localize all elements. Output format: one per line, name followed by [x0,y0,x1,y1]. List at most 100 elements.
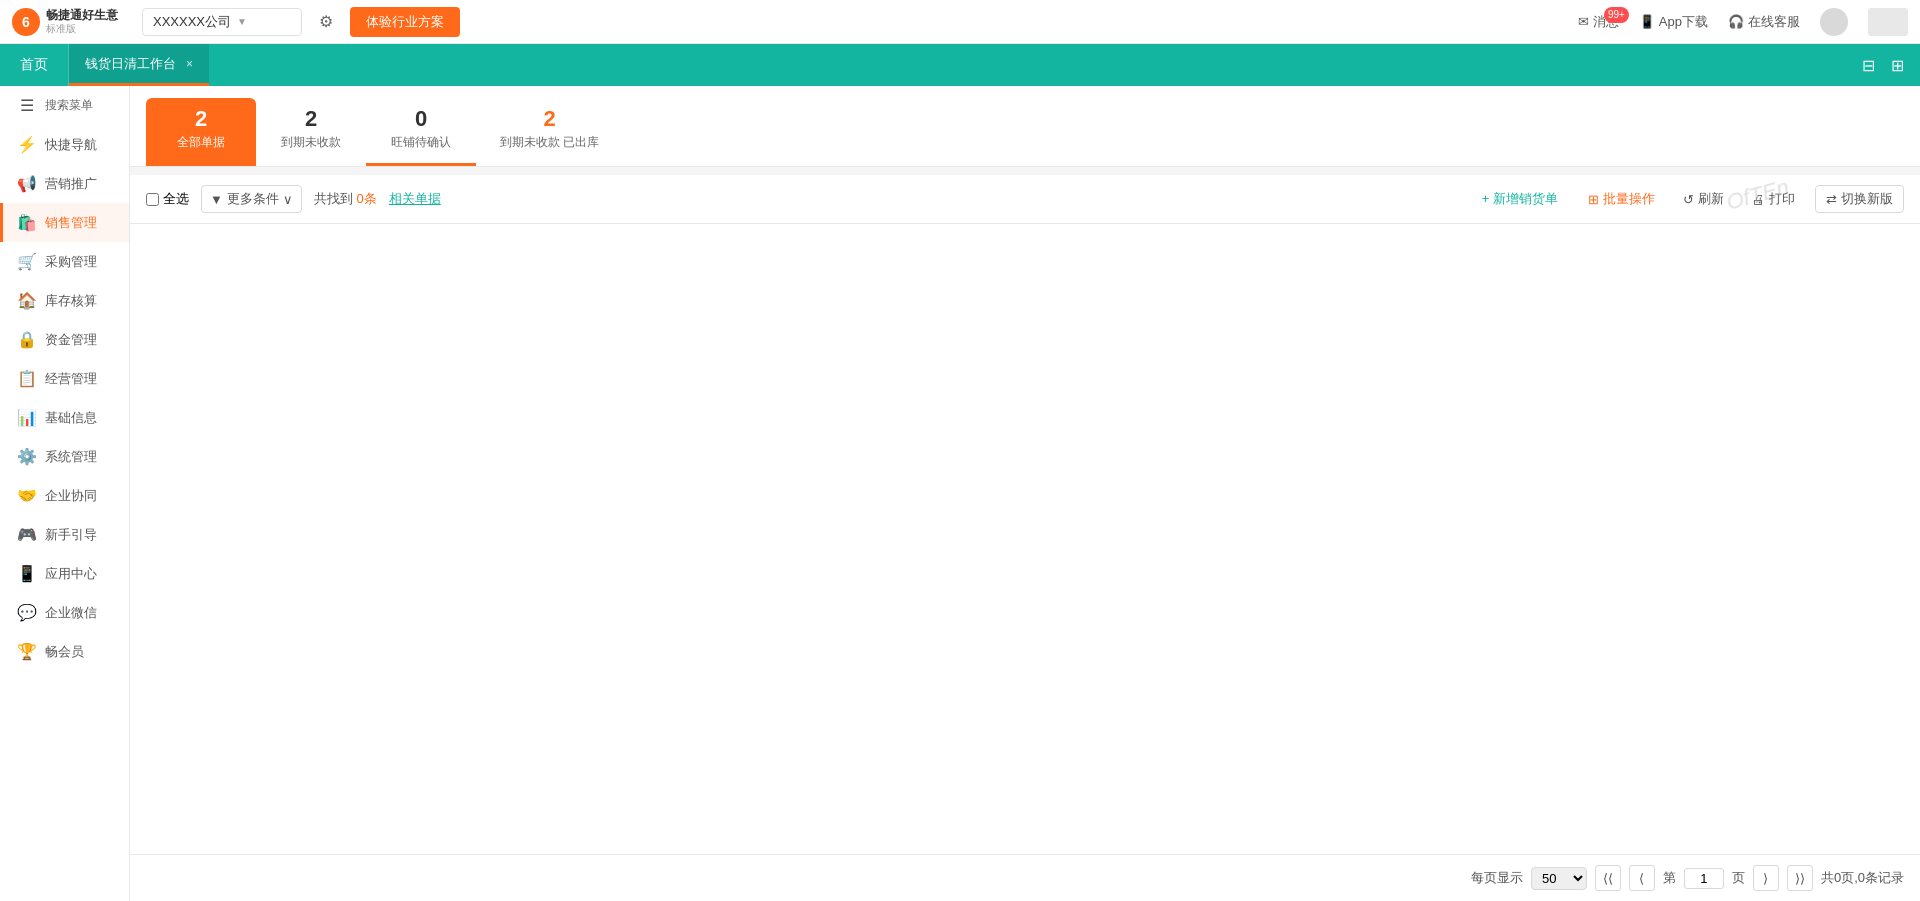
switch-icon: ⇄ [1826,192,1837,207]
per-page-select[interactable]: 50 20 100 [1531,867,1587,890]
inventory-icon: 🏠 [17,291,37,310]
tab-home[interactable]: 首页 [0,44,69,86]
sidebar-item-inventory[interactable]: 🏠 库存核算 [0,281,129,320]
sidebar: ☰ 搜索菜单 ⚡ 快捷导航 📢 营销推广 🛍️ 销售管理 🛒 采购管理 🏠 库存… [0,86,130,901]
stat-num-overdue-shipped: 2 [544,106,556,132]
page-number-input[interactable] [1684,868,1724,889]
sidebar-item-app-center[interactable]: 📱 应用中心 [0,554,129,593]
stats-tabs: 2 全部单据 2 到期未收款 0 旺铺待确认 2 到期未收款 已出库 [130,86,1920,167]
stat-tab-wangpu[interactable]: 0 旺铺待确认 [366,98,476,166]
tab-close-icon[interactable]: × [186,57,193,71]
sidebar-item-purchase[interactable]: 🛒 采购管理 [0,242,129,281]
system-icon: ⚙️ [17,447,37,466]
sidebar-item-system[interactable]: ⚙️ 系统管理 [0,437,129,476]
messages-icon: ✉ [1578,14,1589,29]
stat-tab-all[interactable]: 2 全部单据 [146,98,256,166]
sidebar-item-marketing[interactable]: 📢 营销推广 [0,164,129,203]
top-header: 6 畅捷通好生意 标准版 XXXXXX公司 ▼ ⚙ 体验行业方案 ✉ 消息 99… [0,0,1920,44]
select-all-area[interactable]: 全选 [146,190,189,208]
sidebar-label-basic-info: 基础信息 [45,409,97,427]
filter-btn[interactable]: ▼ 更多条件 ∨ [201,185,302,213]
sidebar-item-wechat[interactable]: 💬 企业微信 [0,593,129,632]
found-count: 0条 [357,191,377,206]
batch-icon: ⊞ [1588,192,1599,207]
filter-icon: ▼ [210,192,223,207]
messages-item[interactable]: ✉ 消息 99+ [1578,13,1619,31]
tab-bar: 首页 钱货日清工作台 × ⊟ ⊞ [0,44,1920,86]
stat-num-overdue: 2 [305,106,317,132]
sidebar-item-cooperation[interactable]: 🤝 企业协同 [0,476,129,515]
sidebar-label-purchase: 采购管理 [45,253,97,271]
stat-label-wangpu: 旺铺待确认 [391,134,451,151]
tab-bar-actions: ⊟ ⊞ [1858,44,1920,86]
sidebar-label-marketing: 营销推广 [45,175,97,193]
sidebar-item-sales[interactable]: 🛍️ 销售管理 [0,203,129,242]
tab-minimize-icon[interactable]: ⊟ [1858,52,1879,79]
page-first-btn[interactable]: ⟨⟨ [1595,865,1621,891]
page-next-btn[interactable]: ⟩ [1753,865,1779,891]
marketing-icon: 📢 [17,174,37,193]
sidebar-label-cooperation: 企业协同 [45,487,97,505]
stat-tab-overdue[interactable]: 2 到期未收款 [256,98,366,166]
operation-icon: 📋 [17,369,37,388]
refresh-label: 刷新 [1698,190,1724,208]
member-icon: 🏆 [17,642,37,661]
app-download-item[interactable]: 📱 App下载 [1639,13,1708,31]
sales-icon: 🛍️ [17,213,37,232]
sidebar-item-member[interactable]: 🏆 畅会员 [0,632,129,671]
stat-num-wangpu: 0 [415,106,427,132]
online-service-icon: 🎧 [1728,14,1744,29]
page-prev-btn[interactable]: ⟨ [1629,865,1655,891]
sidebar-item-operation[interactable]: 📋 经营管理 [0,359,129,398]
avatar[interactable] [1820,8,1848,36]
logo-main-text: 畅捷通好生意 [46,8,118,22]
sidebar-label-system: 系统管理 [45,448,97,466]
select-all-label: 全选 [163,190,189,208]
sidebar-label-app-center: 应用中心 [45,565,97,583]
sidebar-item-search[interactable]: ☰ 搜索菜单 [0,86,129,125]
add-sales-btn[interactable]: + 新增销货单 [1472,186,1568,212]
search-icon: ☰ [17,96,37,115]
messages-badge: 99+ [1604,7,1629,23]
online-service-item[interactable]: 🎧 在线客服 [1728,13,1800,31]
page-suffix: 页 [1732,869,1745,887]
sidebar-label-finance: 资金管理 [45,331,97,349]
sidebar-item-newbie[interactable]: 🎮 新手引导 [0,515,129,554]
logo-sub-text: 标准版 [46,23,118,35]
trial-button[interactable]: 体验行业方案 [350,7,460,37]
switch-version-btn[interactable]: ⇄ 切换新版 [1815,185,1904,213]
basic-info-icon: 📊 [17,408,37,427]
stat-label-overdue: 到期未收款 [281,134,341,151]
sidebar-label-operation: 经营管理 [45,370,97,388]
sidebar-item-basic-info[interactable]: 📊 基础信息 [0,398,129,437]
filter-arrow: ∨ [283,192,293,207]
logo-area: 6 畅捷通好生意 标准版 [12,8,142,36]
page-last-btn[interactable]: ⟩⟩ [1787,865,1813,891]
batch-action-btn[interactable]: ⊞ 批量操作 [1580,186,1663,212]
stat-label-overdue-shipped: 到期未收款 已出库 [500,134,599,151]
related-link[interactable]: 相关单据 [389,190,441,208]
print-label: 打印 [1769,190,1795,208]
finance-icon: 🔒 [17,330,37,349]
newbie-icon: 🎮 [17,525,37,544]
stat-num-all: 2 [195,106,207,132]
stat-label-all: 全部单据 [177,134,225,151]
content-area: 2 全部单据 2 到期未收款 0 旺铺待确认 2 到期未收款 已出库 全选 [130,86,1920,901]
refresh-btn[interactable]: ↺ 刷新 [1675,186,1732,212]
sidebar-item-finance[interactable]: 🔒 资金管理 [0,320,129,359]
print-btn[interactable]: 🖨 打印 [1744,186,1803,212]
company-name: XXXXXX公司 [153,13,231,31]
stat-tab-overdue-shipped[interactable]: 2 到期未收款 已出库 [476,98,623,166]
sidebar-item-quick-nav[interactable]: ⚡ 快捷导航 [0,125,129,164]
settings-icon[interactable]: ⚙ [310,6,342,38]
switch-label: 切换新版 [1841,190,1893,208]
tab-active[interactable]: 钱货日清工作台 × [69,44,209,86]
sidebar-label-sales: 销售管理 [45,214,97,232]
company-selector[interactable]: XXXXXX公司 ▼ [142,8,302,36]
tab-maximize-icon[interactable]: ⊞ [1887,52,1908,79]
company-dropdown-arrow: ▼ [237,16,247,27]
filter-label: 更多条件 [227,190,279,208]
wechat-icon: 💬 [17,603,37,622]
select-all-checkbox[interactable] [146,193,159,206]
app-download-label: App下载 [1659,13,1708,31]
